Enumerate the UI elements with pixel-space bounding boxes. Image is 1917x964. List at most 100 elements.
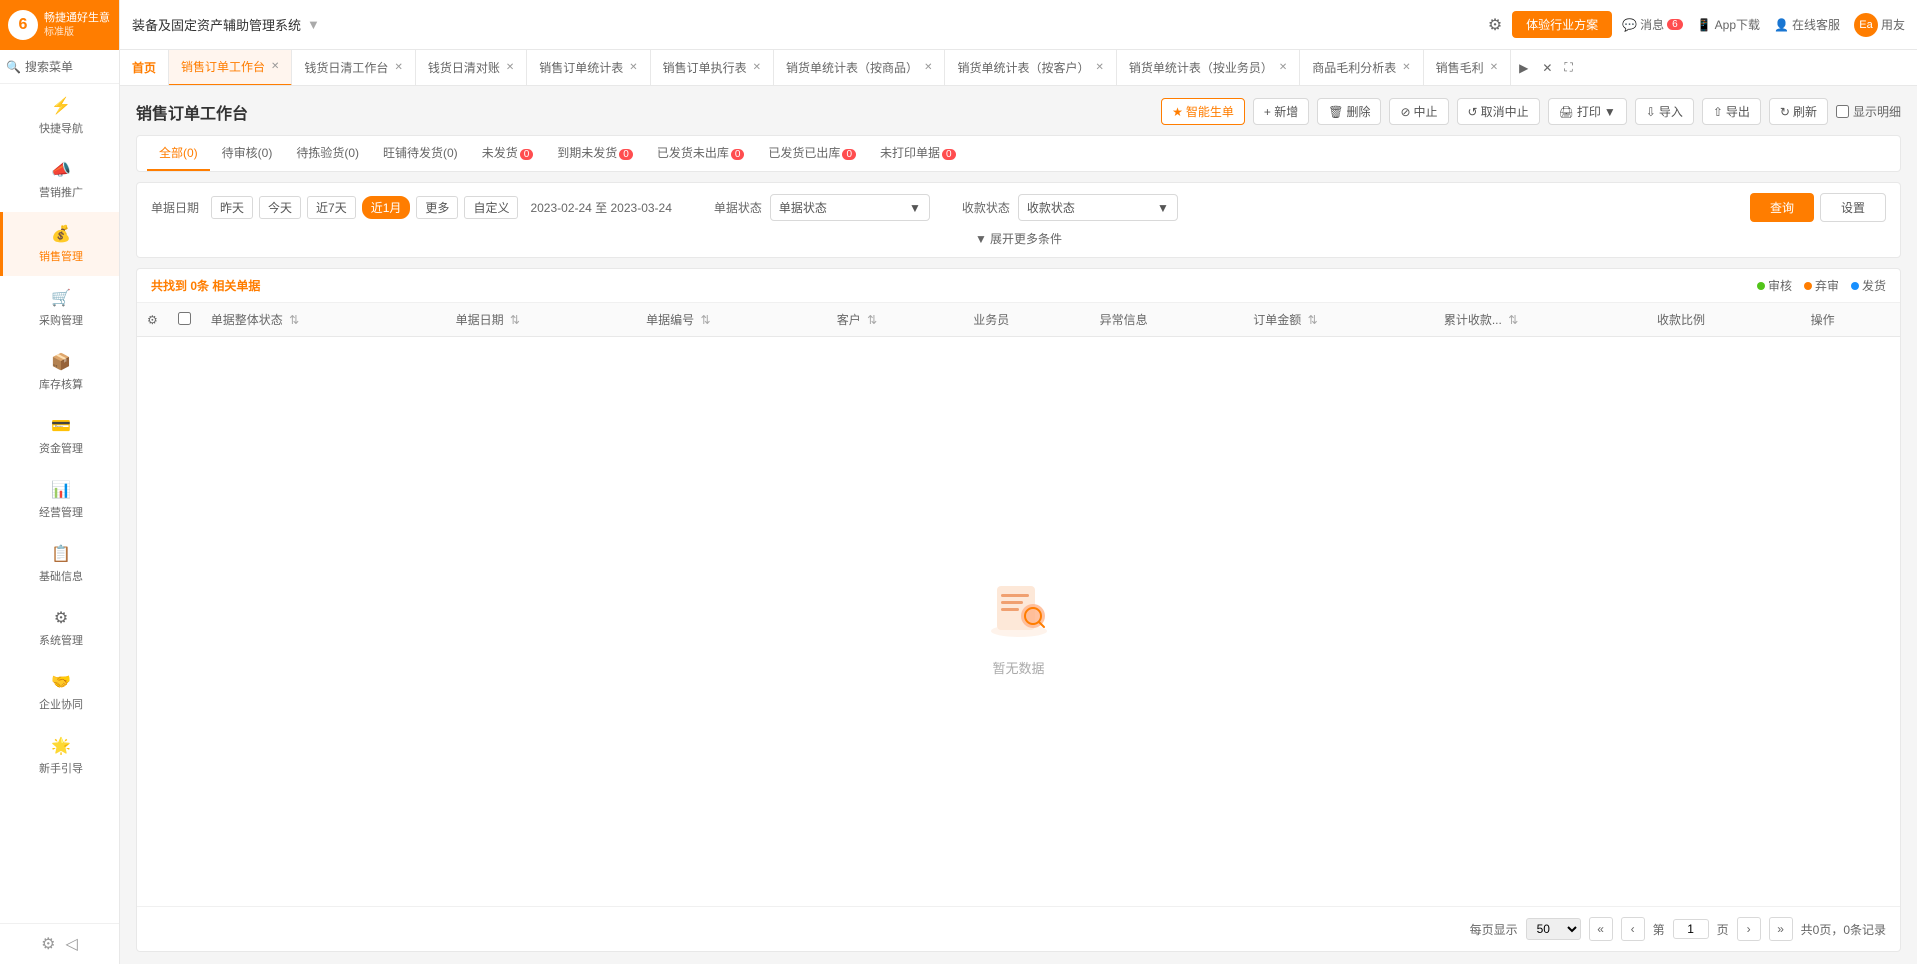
app-download-item[interactable]: 📱 App下载	[1697, 16, 1760, 33]
sidebar-item-operations[interactable]: 📊 经营管理	[0, 468, 119, 532]
tab-salesman-stats[interactable]: 销货单统计表（按业务员） ✕	[1117, 50, 1300, 86]
sidebar-item-finance[interactable]: 💳 资金管理	[0, 404, 119, 468]
tab-more-btn[interactable]: ▶	[1511, 61, 1536, 75]
settings-col-icon[interactable]: ⚙	[147, 313, 158, 327]
col-checkbox[interactable]	[168, 303, 201, 337]
col-status[interactable]: 单据整体状态 ⇅	[201, 303, 446, 337]
user-item[interactable]: Ea 用友	[1854, 13, 1905, 37]
tab-sales-stats[interactable]: 销售订单统计表 ✕	[527, 50, 650, 86]
col-operation[interactable]: 操作	[1801, 303, 1900, 337]
col-settings[interactable]: ⚙	[137, 303, 168, 337]
date-btn-7days[interactable]: 近7天	[307, 196, 356, 219]
date-btn-today[interactable]: 今天	[259, 196, 301, 219]
tab-sales-order[interactable]: 销售订单工作台 ✕	[169, 50, 292, 86]
col-ratio[interactable]: 收款比例	[1647, 303, 1801, 337]
select-all-checkbox[interactable]	[178, 312, 191, 325]
sidebar-item-sales[interactable]: 💰 销售管理	[0, 212, 119, 276]
settings-icon[interactable]: ⚙	[41, 934, 55, 954]
tab-sales-exec[interactable]: 销售订单执行表 ✕	[651, 50, 774, 86]
sub-tab-pending-inspect[interactable]: 待拣验货(0)	[284, 136, 371, 171]
tab-home[interactable]: 首页	[120, 50, 169, 86]
col-anomaly[interactable]: 异常信息	[1090, 303, 1244, 337]
status-filter-select[interactable]: 单据状态 ▼	[770, 194, 930, 221]
collapse-icon[interactable]: ◁	[66, 934, 78, 954]
first-page-btn[interactable]: «	[1589, 917, 1613, 941]
show-detail-input[interactable]	[1836, 105, 1849, 118]
sidebar-item-quick-nav[interactable]: ⚡ 快捷导航	[0, 84, 119, 148]
sidebar-item-enterprise[interactable]: 🤝 企业协同	[0, 660, 119, 724]
expand-conditions-btn[interactable]: ▼ 展开更多条件	[975, 230, 1062, 247]
online-service-item[interactable]: 👤 在线客服	[1774, 16, 1840, 33]
tab-profit[interactable]: 商品毛利分析表 ✕	[1300, 50, 1423, 86]
col-collected[interactable]: 累计收款... ⇅	[1434, 303, 1647, 337]
col-salesman[interactable]: 业务员	[963, 303, 1089, 337]
sub-tab-delivered-out[interactable]: 已发货已出库0	[756, 136, 868, 171]
tab-close-goods-stats[interactable]: ✕	[924, 62, 932, 73]
query-btn[interactable]: 查询	[1750, 193, 1814, 222]
sub-tab-unprinted[interactable]: 未打印单据0	[868, 136, 968, 171]
print-btn[interactable]: 🖨 打印 ▼	[1548, 98, 1627, 125]
sidebar-item-basic-info[interactable]: 📋 基础信息	[0, 532, 119, 596]
tab-close-cash-clear[interactable]: ✕	[394, 62, 402, 73]
sidebar-search[interactable]: 🔍 搜索菜单	[0, 50, 119, 84]
prev-page-btn[interactable]: ‹	[1621, 917, 1645, 941]
col-number[interactable]: 单据编号 ⇅	[636, 303, 827, 337]
page-input[interactable]	[1673, 919, 1709, 939]
tab-close-profit[interactable]: ✕	[1402, 62, 1410, 73]
page-size-select[interactable]: 50 100 200	[1526, 918, 1581, 940]
import-btn[interactable]: ⇩ 导入	[1635, 98, 1694, 125]
cancel-stop-btn[interactable]: ↺ 取消中止	[1457, 98, 1540, 125]
tab-cash-clear[interactable]: 钱货日清工作台 ✕	[292, 50, 415, 86]
tab-close-reconcile[interactable]: ✕	[506, 62, 514, 73]
sidebar-item-purchase[interactable]: 🛒 采购管理	[0, 276, 119, 340]
next-page-btn[interactable]: ›	[1737, 917, 1761, 941]
sidebar-item-inventory[interactable]: 📦 库存核算	[0, 340, 119, 404]
tab-close-sales-profit[interactable]: ✕	[1490, 62, 1498, 73]
sub-tab-shop-pending[interactable]: 旺铺待发货(0)	[371, 136, 470, 171]
sidebar-item-system[interactable]: ⚙ 系统管理	[0, 596, 119, 660]
sub-tab-undelivered[interactable]: 未发货0	[470, 136, 546, 171]
tab-close-sales-order[interactable]: ✕	[271, 61, 279, 72]
topbar-dropdown-icon[interactable]: ▼	[307, 17, 320, 32]
sidebar-item-guide[interactable]: 🌟 新手引导	[0, 724, 119, 788]
tab-maximize-btn[interactable]: ⛶	[1558, 60, 1578, 75]
anti-audit-action[interactable]: 弃审	[1804, 277, 1839, 294]
add-btn[interactable]: + 新增	[1253, 98, 1309, 125]
date-btn-1month[interactable]: 近1月	[362, 196, 411, 219]
industry-btn[interactable]: 体验行业方案	[1512, 11, 1612, 38]
stop-btn[interactable]: ⊘ 中止	[1389, 98, 1448, 125]
audit-action[interactable]: 审核	[1757, 277, 1792, 294]
col-customer[interactable]: 客户 ⇅	[827, 303, 963, 337]
date-btn-custom[interactable]: 自定义	[464, 196, 518, 219]
deliver-action[interactable]: 发货	[1851, 277, 1886, 294]
refresh-btn[interactable]: ↻ 刷新	[1769, 98, 1828, 125]
show-detail-checkbox[interactable]: 显示明细	[1836, 103, 1901, 120]
col-date[interactable]: 单据日期 ⇅	[446, 303, 637, 337]
table-scroll-area[interactable]: ⚙ 单据整体状态 ⇅ 单据日期 ⇅	[137, 303, 1900, 337]
col-amount[interactable]: 订单金额 ⇅	[1243, 303, 1434, 337]
sidebar-item-marketing[interactable]: 📣 营销推广	[0, 148, 119, 212]
tab-goods-stats[interactable]: 销货单统计表（按商品） ✕	[774, 50, 945, 86]
sub-tab-all[interactable]: 全部(0)	[147, 136, 210, 171]
tab-close-customer-stats[interactable]: ✕	[1095, 62, 1103, 73]
sub-tab-overdue[interactable]: 到期未发货0	[545, 136, 645, 171]
smart-create-btn[interactable]: ★ 智能生单	[1161, 98, 1245, 125]
payment-filter-select[interactable]: 收款状态 ▼	[1018, 194, 1178, 221]
export-btn[interactable]: ⇧ 导出	[1702, 98, 1761, 125]
message-item[interactable]: 💬 消息 6	[1622, 16, 1683, 33]
tab-customer-stats[interactable]: 销货单统计表（按客户） ✕	[945, 50, 1116, 86]
tab-close-salesman-stats[interactable]: ✕	[1279, 62, 1287, 73]
tab-sales-profit[interactable]: 销售毛利 ✕	[1424, 50, 1511, 86]
tab-pin-btn[interactable]: ✕	[1536, 61, 1558, 75]
date-btn-yesterday[interactable]: 昨天	[211, 196, 253, 219]
last-page-btn[interactable]: »	[1769, 917, 1793, 941]
sub-tab-delivered-not-out[interactable]: 已发货未出库0	[645, 136, 757, 171]
sub-tab-pending-review[interactable]: 待审核(0)	[210, 136, 285, 171]
date-btn-more[interactable]: 更多	[416, 196, 458, 219]
tab-close-sales-stats[interactable]: ✕	[629, 62, 637, 73]
tab-reconcile[interactable]: 钱货日清对账 ✕	[416, 50, 527, 86]
delete-btn[interactable]: 🗑 删除	[1317, 98, 1381, 125]
set-btn[interactable]: 设置	[1820, 193, 1886, 222]
tab-close-sales-exec[interactable]: ✕	[753, 62, 761, 73]
topbar-settings-icon[interactable]: ⚙	[1488, 15, 1502, 35]
